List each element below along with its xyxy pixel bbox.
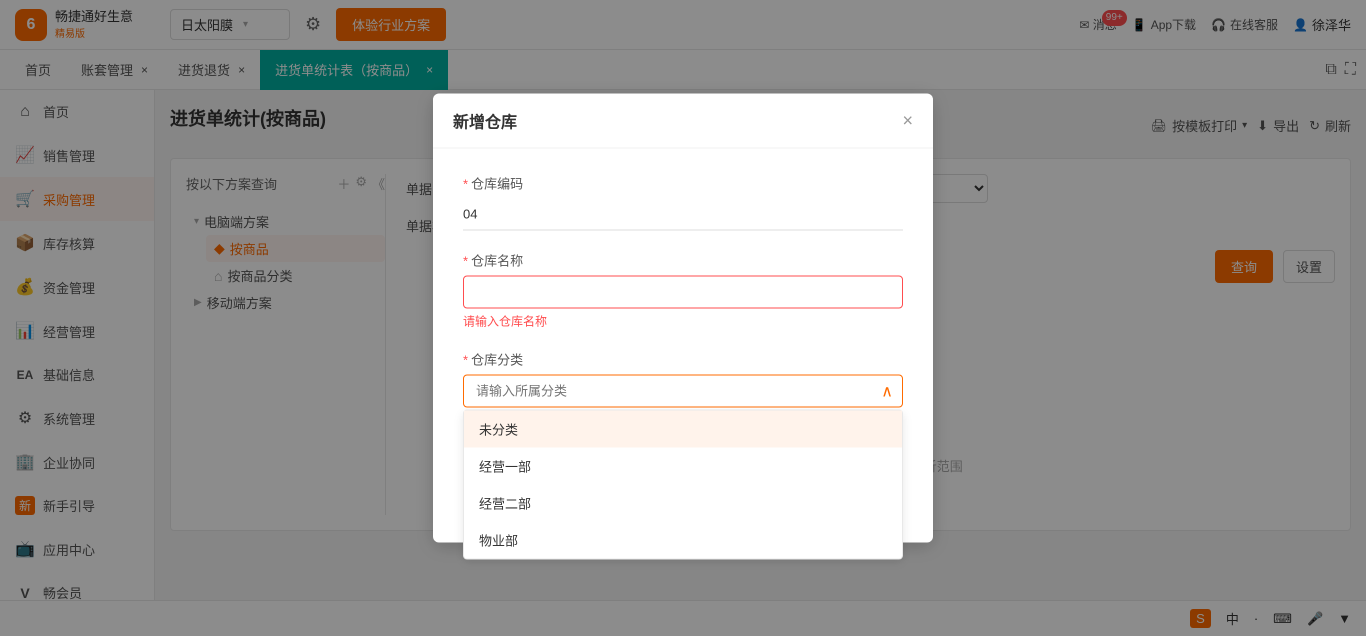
warehouse-category-label: *仓库分类 xyxy=(463,350,903,369)
category-dropdown-arrow-icon[interactable]: ∧ xyxy=(881,381,893,401)
dropdown-item-dept3[interactable]: 物业部 xyxy=(464,522,902,559)
dropdown-item-dept1[interactable]: 经营一部 xyxy=(464,448,902,485)
warehouse-code-group: *仓库编码 xyxy=(463,174,903,231)
warehouse-name-input[interactable] xyxy=(463,276,903,309)
warehouse-name-label: *仓库名称 xyxy=(463,251,903,270)
category-select-wrapper: ∧ xyxy=(463,375,903,408)
dialog-title: 新增仓库 xyxy=(453,109,517,133)
warehouse-code-label: *仓库编码 xyxy=(463,174,903,193)
category-dropdown-list: 未分类 经营一部 经营二部 物业部 xyxy=(463,410,903,560)
dialog-body: *仓库编码 *仓库名称 请输入仓库名称 *仓库分类 ∧ 未分类 经营一部 xyxy=(433,149,933,478)
warehouse-name-group: *仓库名称 请输入仓库名称 xyxy=(463,251,903,330)
warehouse-code-input[interactable] xyxy=(463,199,903,231)
dropdown-item-dept2[interactable]: 经营二部 xyxy=(464,485,902,522)
dropdown-item-unclassified[interactable]: 未分类 xyxy=(464,411,902,448)
dialog-header: 新增仓库 × xyxy=(433,94,933,149)
add-warehouse-dialog: 新增仓库 × *仓库编码 *仓库名称 请输入仓库名称 *仓库分类 ∧ xyxy=(433,94,933,543)
dialog-close-icon[interactable]: × xyxy=(902,110,913,131)
warehouse-category-input[interactable] xyxy=(463,375,903,408)
warehouse-category-group: *仓库分类 ∧ 未分类 经营一部 经营二部 物业部 xyxy=(463,350,903,408)
name-error-message: 请输入仓库名称 xyxy=(463,313,903,330)
